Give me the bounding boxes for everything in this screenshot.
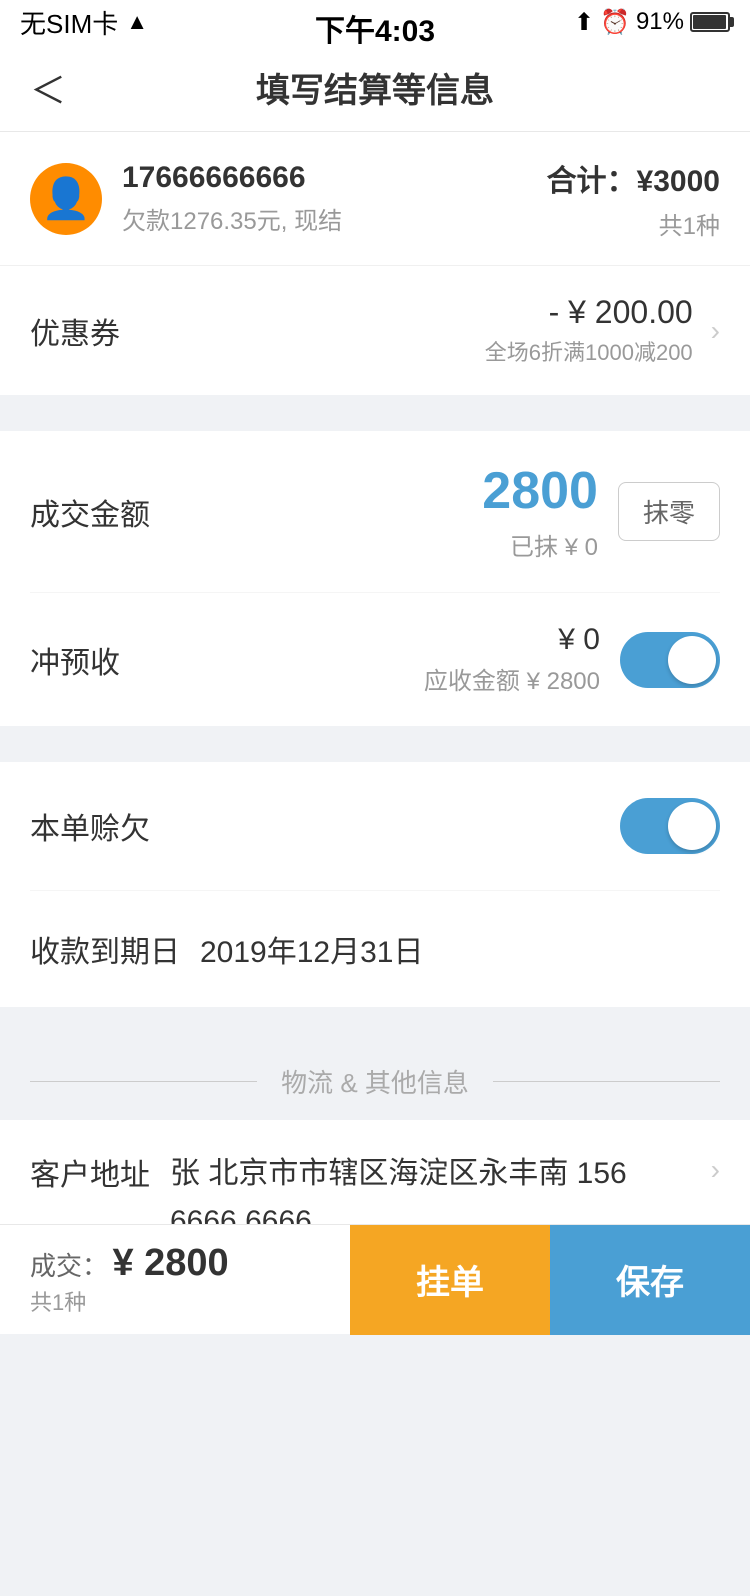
prepay-toggle[interactable] [620,632,720,688]
total-count: 共1种 [547,206,720,241]
battery-icon [690,12,730,32]
divider-line-right [493,1081,720,1082]
due-date-value: 2019年12月31日 [200,927,423,971]
deal-rounded: 已抹 ¥ 0 [482,527,598,562]
separator-1 [0,411,750,431]
wifi-icon: ▲ [126,9,148,35]
separator-2 [0,726,750,746]
main-content: 👤 17666666666 欠款1276.35元, 现结 合计：¥3000 共1… [0,132,750,1596]
customer-row: 👤 17666666666 欠款1276.35元, 现结 合计：¥3000 共1… [0,132,750,265]
bottom-trade-wrap: 成交： ¥ 2800 [30,1242,320,1285]
deal-amount-block: 2800 已抹 ¥ 0 [482,461,598,562]
deal-amount: 2800 [482,461,598,521]
divider-line-left [30,1081,257,1082]
coupon-chevron-icon: › [711,315,720,347]
address-chevron-icon: › [711,1154,720,1186]
back-button[interactable]: ＜ [30,62,66,114]
debit-section: 本单赊欠 收款到期日 2019年12月31日 [0,762,750,1007]
coupon-discount: - ¥ 200.00 [485,294,693,331]
customer-card: 👤 17666666666 欠款1276.35元, 现结 合计：¥3000 共1… [0,132,750,395]
page-title: 填写结算等信息 [256,63,494,112]
toggle-knob [668,636,716,684]
customer-total: 合计：¥3000 共1种 [547,156,720,241]
coupon-label: 优惠券 [30,309,120,353]
prepay-row: 冲预收 ¥ 0 应收金额 ¥ 2800 [30,593,720,726]
battery-percent: 91% [636,8,684,36]
save-button[interactable]: 保存 [550,1225,750,1335]
debit-row: 本单赊欠 [30,762,720,890]
amount-section: 成交金额 2800 已抹 ¥ 0 抹零 冲预收 ¥ 0 应收金额 ¥ 2800 [0,431,750,726]
avatar: 👤 [30,163,102,235]
avatar-icon: 👤 [41,175,91,222]
prepay-value: ¥ 0 [424,623,600,657]
separator-3 [0,1007,750,1027]
carrier-text: 无SIM卡 [20,4,118,41]
nav-bar: ＜ 填写结算等信息 [0,44,750,132]
customer-phone: 17666666666 [122,161,342,195]
customer-info: 17666666666 欠款1276.35元, 现结 [122,161,342,236]
date-row: 收款到期日 2019年12月31日 [30,890,720,1007]
deal-right: 2800 已抹 ¥ 0 抹零 [482,461,720,562]
prepay-sub: 应收金额 ¥ 2800 [424,661,600,696]
location-icon: ⬆ [574,8,594,37]
bottom-summary: 成交： ¥ 2800 共1种 [0,1242,350,1317]
deal-label: 成交金额 [30,490,150,534]
due-date-label: 收款到期日 [30,927,180,971]
bottom-trade-label: 成交： [30,1251,108,1281]
bottom-amount: ¥ 2800 [112,1242,228,1284]
round-zero-button[interactable]: 抹零 [618,482,720,541]
logistics-label: 物流 & 其他信息 [257,1063,493,1100]
debit-toggle[interactable] [620,798,720,854]
bottom-bar: 成交： ¥ 2800 共1种 挂单 保存 [0,1224,750,1334]
bottom-count: 共1种 [30,1285,320,1317]
coupon-row[interactable]: 优惠券 - ¥ 200.00 全场6折满1000减200 › [0,265,750,395]
deal-amount-row: 成交金额 2800 已抹 ¥ 0 抹零 [30,431,720,593]
coupon-info: - ¥ 200.00 全场6折满1000减200 [485,294,693,367]
coupon-desc: 全场6折满1000减200 [485,335,693,367]
alarm-icon: ⏰ [600,8,630,37]
hang-order-button[interactable]: 挂单 [350,1225,550,1335]
total-amount: 合计：¥3000 [547,156,720,200]
customer-left: 👤 17666666666 欠款1276.35元, 现结 [30,161,342,236]
coupon-right: - ¥ 200.00 全场6折满1000减200 › [485,294,720,367]
prepay-label: 冲预收 [30,638,120,682]
customer-debt: 欠款1276.35元, 现结 [122,201,342,236]
address-label: 客户地址 [30,1150,150,1194]
status-bar: 无SIM卡 ▲ 下午4:03 ⬆ ⏰ 91% [0,0,750,44]
prepay-right: ¥ 0 应收金额 ¥ 2800 [424,623,720,696]
status-carrier: 无SIM卡 ▲ [20,4,148,41]
status-right: ⬆ ⏰ 91% [574,8,730,37]
logistics-divider: 物流 & 其他信息 [0,1043,750,1120]
debit-label: 本单赊欠 [30,804,150,848]
debit-toggle-knob [668,802,716,850]
prepay-value-block: ¥ 0 应收金额 ¥ 2800 [424,623,600,696]
